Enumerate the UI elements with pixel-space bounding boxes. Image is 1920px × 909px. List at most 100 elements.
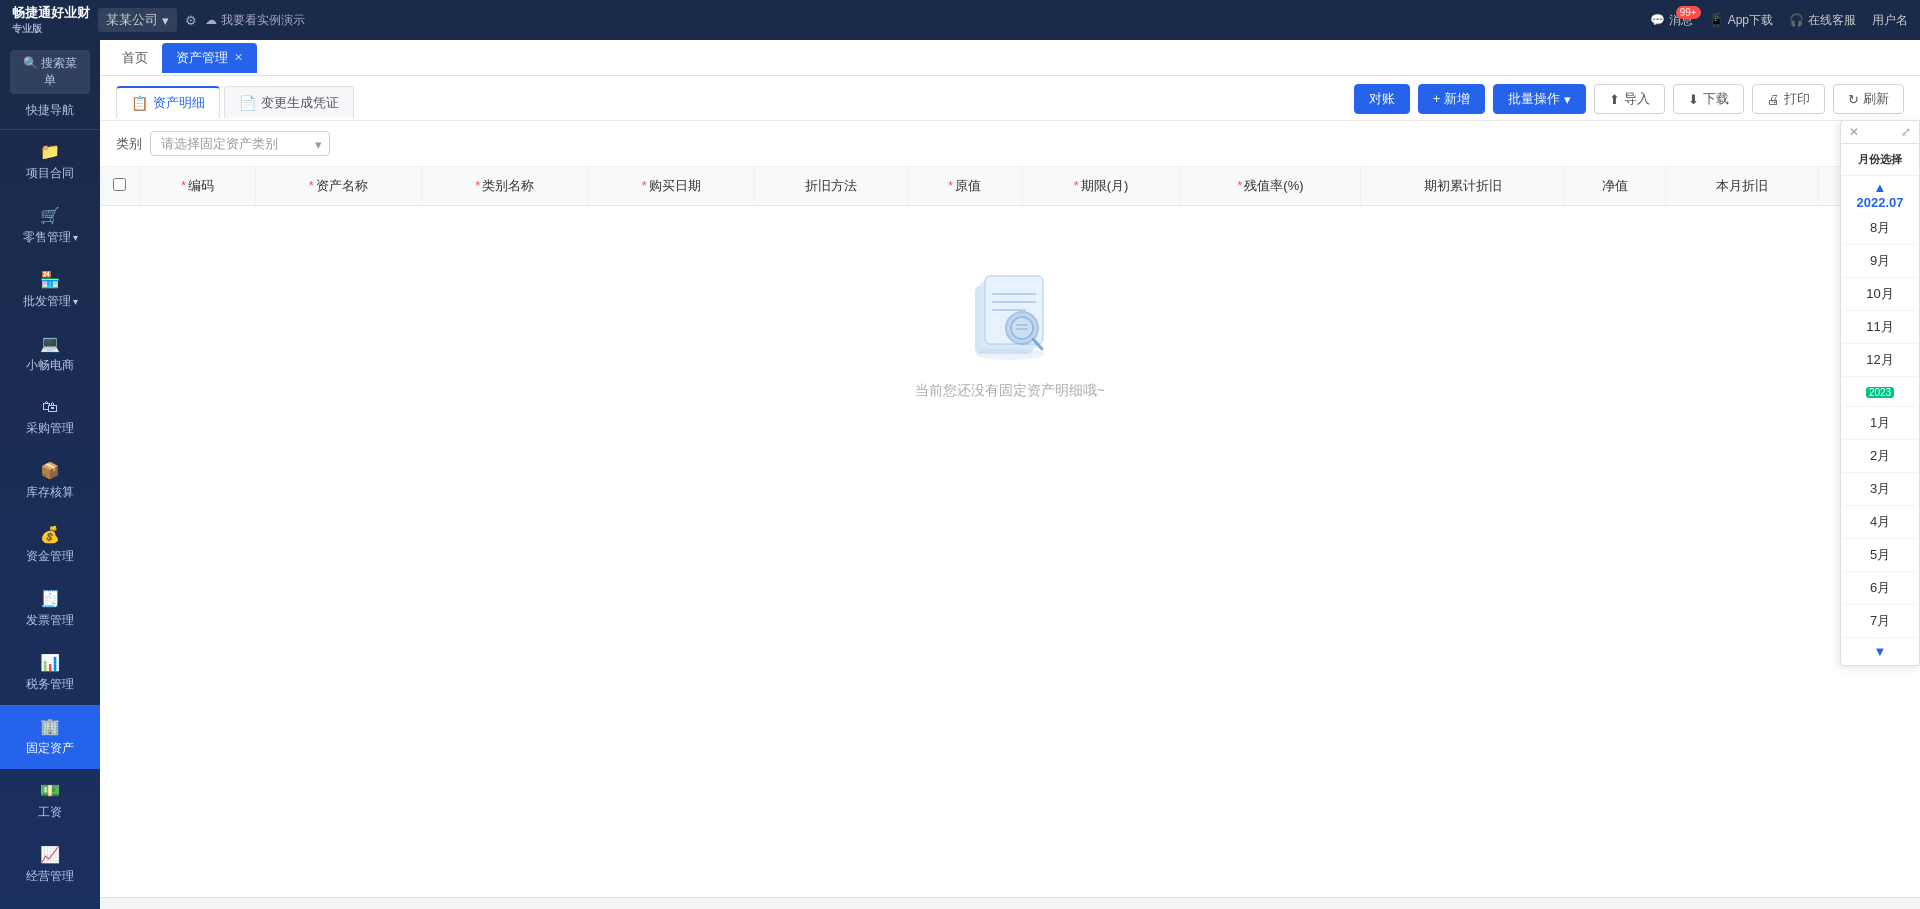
cloud-icon: ☁: [205, 13, 217, 27]
sidebar-item-fixed-assets[interactable]: 🏢 固定资产: [0, 705, 100, 769]
sub-tab-asset-detail-label: 资产明细: [153, 94, 205, 112]
filter-bar: 类别 请选择固定资产类别: [100, 121, 1920, 167]
panel-nav-up[interactable]: ▲: [1874, 180, 1887, 195]
user-button[interactable]: 用户名: [1872, 12, 1908, 29]
wholesale-icon: 🏪: [40, 270, 60, 289]
app-download-button[interactable]: 📱 App下载: [1709, 12, 1773, 29]
col-net-value: 净值: [1565, 167, 1666, 206]
month-3[interactable]: 3月: [1841, 473, 1919, 506]
change-voucher-icon: 📄: [239, 95, 256, 111]
col-category: *类别名称: [422, 167, 589, 206]
sub-tab-bar: 📋 资产明细 📄 变更生成凭证 对账 + 新增 批量操作 ▾: [100, 76, 1920, 121]
settings-button[interactable]: ⚙: [185, 13, 197, 28]
year-2023-badge: 2023: [1841, 377, 1919, 407]
category-filter-wrapper: 请选择固定资产类别: [150, 131, 330, 156]
table-wrapper: *编码 *资产名称 *类别名称 *购买日期 折旧方法 *原值 *期限(月) *残…: [100, 167, 1920, 897]
year-badge: 2023: [1866, 387, 1894, 398]
panel-expand-button[interactable]: ⤢: [1901, 125, 1911, 139]
batch-label: 批量操作: [1508, 90, 1560, 108]
print-icon: 🖨: [1767, 92, 1780, 107]
sidebar-item-label: 项目合同: [26, 165, 74, 182]
empty-text: 当前您还没有固定资产明细哦~: [915, 382, 1105, 400]
panel-nav-down[interactable]: ▼: [1874, 644, 1887, 659]
inventory-icon: 📦: [40, 461, 60, 480]
import-label: 导入: [1624, 90, 1650, 108]
month-2[interactable]: 2月: [1841, 440, 1919, 473]
col-name: *资产名称: [255, 167, 422, 206]
col-monthly-depreciation: 本月折旧: [1666, 167, 1819, 206]
sidebar-item-label: 采购管理: [26, 420, 74, 437]
demo-button[interactable]: ☁ 我要看实例演示: [205, 12, 305, 29]
empty-svg: [950, 266, 1070, 366]
sidebar-item-invoice[interactable]: 🧾 发票管理: [0, 577, 100, 641]
month-6[interactable]: 6月: [1841, 572, 1919, 605]
sidebar-item-purchase[interactable]: 🛍 采购管理: [0, 386, 100, 449]
month-12[interactable]: 12月: [1841, 344, 1919, 377]
print-label: 打印: [1784, 90, 1810, 108]
management-icon: 📈: [40, 845, 60, 864]
finance-icon: 💰: [40, 525, 60, 544]
online-service-button[interactable]: 🎧 在线客服: [1789, 12, 1856, 29]
app-brand: 畅捷通好业财 专业版: [12, 4, 90, 36]
sidebar-item-label: 经营管理: [26, 868, 74, 885]
sidebar-item-salary[interactable]: 💵 工资: [0, 769, 100, 833]
sidebar-item-label: 批发管理: [23, 293, 71, 310]
sidebar-item-management[interactable]: 📈 经营管理: [0, 833, 100, 897]
import-button[interactable]: ⬆ 导入: [1594, 84, 1665, 114]
print-button[interactable]: 🖨 打印: [1752, 84, 1825, 114]
company-selector[interactable]: 某某公司 ▾: [98, 8, 177, 32]
download-label: 下载: [1703, 90, 1729, 108]
project-icon: 📁: [40, 142, 60, 161]
sidebar: 🔍 搜索菜单 快捷导航 📁 项目合同 🛒 零售管理 ▾ 🏪 批发管理 ▾: [0, 40, 100, 909]
quick-nav-button[interactable]: 快捷导航: [26, 102, 74, 119]
tax-icon: 📊: [40, 653, 60, 672]
col-purchase-date: *购买日期: [588, 167, 755, 206]
refresh-button[interactable]: ↻ 刷新: [1833, 84, 1904, 114]
search-menu-button[interactable]: 🔍 搜索菜单: [10, 50, 90, 94]
col-original-value: *原值: [907, 167, 1022, 206]
sub-tab-asset-detail[interactable]: 📋 资产明细: [116, 86, 220, 118]
empty-state-cell: 当前您还没有固定资产明细哦~: [100, 206, 1920, 461]
sidebar-item-wholesale[interactable]: 🏪 批发管理 ▾: [0, 258, 100, 322]
month-10[interactable]: 10月: [1841, 278, 1919, 311]
batch-button[interactable]: 批量操作 ▾: [1493, 84, 1586, 114]
month-5[interactable]: 5月: [1841, 539, 1919, 572]
sidebar-item-retail[interactable]: 🛒 零售管理 ▾: [0, 194, 100, 258]
top-bar-right: 💬 消息 99+ 📱 App下载 🎧 在线客服 用户名: [1650, 12, 1908, 29]
sub-tab-change-voucher[interactable]: 📄 变更生成凭证: [224, 86, 354, 118]
tab-home[interactable]: 首页: [108, 43, 162, 73]
month-4[interactable]: 4月: [1841, 506, 1919, 539]
add-button[interactable]: + 新增: [1418, 84, 1485, 114]
online-service-label: 在线客服: [1808, 12, 1856, 29]
sidebar-item-finance[interactable]: 💰 资金管理: [0, 513, 100, 577]
reconcile-button[interactable]: 对账: [1354, 84, 1410, 114]
empty-state: 当前您还没有固定资产明细哦~: [100, 206, 1920, 460]
month-panel-title: 月份选择: [1858, 152, 1902, 167]
chevron-icon: ▾: [73, 232, 78, 243]
month-7[interactable]: 7月: [1841, 605, 1919, 638]
download-button[interactable]: ⬇ 下载: [1673, 84, 1744, 114]
month-9[interactable]: 9月: [1841, 245, 1919, 278]
month-11[interactable]: 11月: [1841, 311, 1919, 344]
sidebar-item-project[interactable]: 📁 项目合同: [0, 130, 100, 194]
panel-close-button[interactable]: ✕: [1849, 125, 1859, 139]
tab-close-icon[interactable]: ✕: [234, 51, 243, 64]
sidebar-item-label: 库存核算: [26, 484, 74, 501]
sidebar-item-general-ledger[interactable]: 📒 总账管理: [0, 897, 100, 909]
month-1[interactable]: 1月: [1841, 407, 1919, 440]
month-8[interactable]: 8月: [1841, 212, 1919, 245]
search-menu-label: 搜索菜单: [41, 56, 77, 87]
sidebar-item-label: 资金管理: [26, 548, 74, 565]
salary-icon: 💵: [40, 781, 60, 800]
app-name: 畅捷通好业财: [12, 5, 90, 20]
sidebar-item-tax[interactable]: 📊 税务管理: [0, 641, 100, 705]
app-download-label: App下载: [1728, 12, 1773, 29]
tab-asset-management[interactable]: 资产管理 ✕: [162, 43, 257, 73]
sidebar-item-inventory[interactable]: 📦 库存核算: [0, 449, 100, 513]
category-filter-select[interactable]: 请选择固定资产类别: [150, 131, 330, 156]
message-button[interactable]: 💬 消息 99+: [1650, 12, 1693, 29]
sidebar-item-ecommerce[interactable]: 💻 小畅电商: [0, 322, 100, 386]
dropdown-icon: ▾: [162, 13, 169, 28]
select-all-checkbox[interactable]: [113, 178, 126, 191]
sidebar-item-label: 零售管理: [23, 229, 71, 246]
